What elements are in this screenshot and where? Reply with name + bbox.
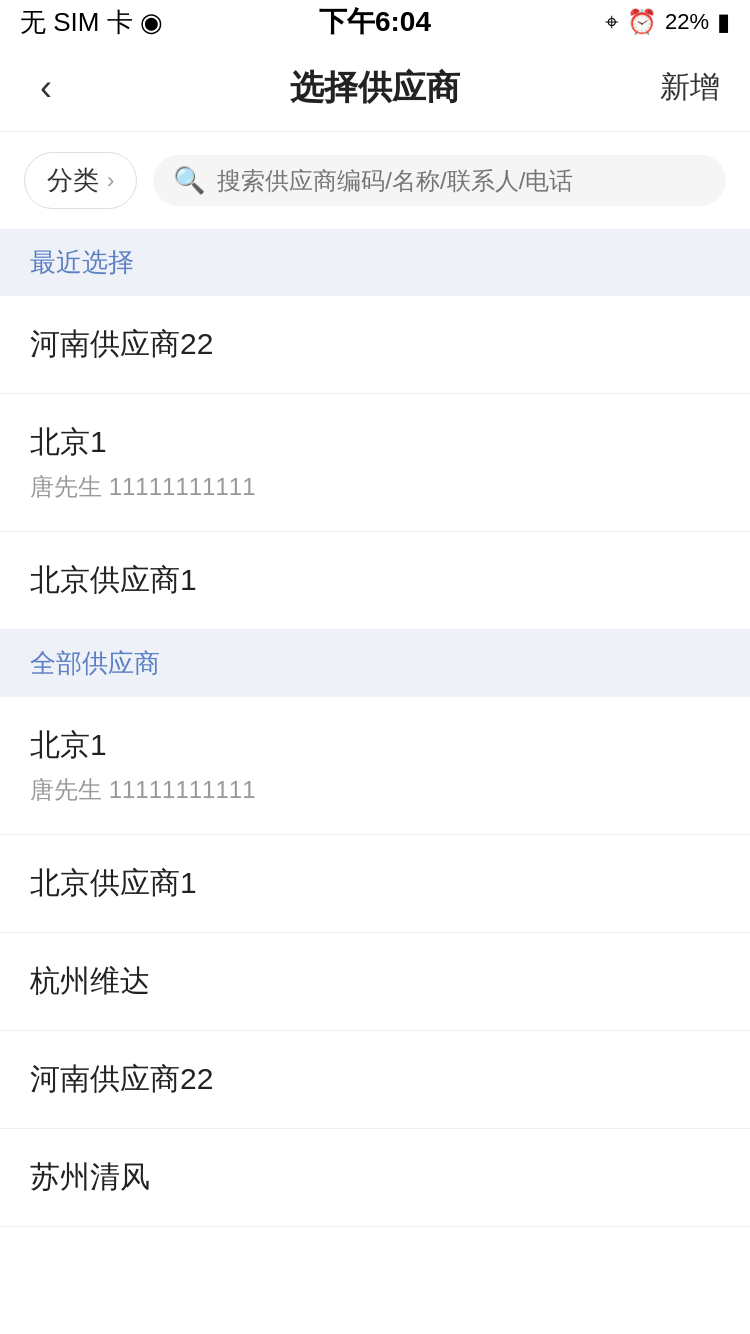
- status-left: 无 SIM 卡 ◉: [20, 5, 163, 40]
- status-bar: 无 SIM 卡 ◉ 下午6:04 ⌖ ⏰ 22% ▮: [0, 0, 750, 44]
- item-name: 河南供应商22: [30, 1059, 720, 1100]
- battery-level: 22%: [665, 9, 709, 35]
- item-sub: 唐先生 11111111111: [30, 774, 720, 806]
- chevron-right-icon: ›: [107, 168, 114, 194]
- recent-list: 河南供应商22 北京1 唐先生 11111111111 北京供应商1: [0, 296, 750, 630]
- status-right: ⌖ ⏰ 22% ▮: [605, 8, 730, 36]
- battery-icon: ▮: [717, 8, 730, 36]
- add-button[interactable]: 新增: [660, 67, 720, 108]
- item-name: 北京1: [30, 725, 720, 766]
- back-button[interactable]: ‹: [30, 57, 62, 119]
- list-item[interactable]: 苏州清风: [0, 1129, 750, 1227]
- page-title: 选择供应商: [290, 65, 460, 111]
- recent-section-label: 最近选择: [30, 247, 134, 277]
- item-name: 杭州维达: [30, 961, 720, 1002]
- item-name: 北京供应商1: [30, 863, 720, 904]
- item-name: 苏州清风: [30, 1157, 720, 1198]
- list-item[interactable]: 北京1 唐先生 11111111111: [0, 697, 750, 835]
- list-item[interactable]: 杭州维达: [0, 933, 750, 1031]
- item-name: 北京供应商1: [30, 560, 720, 601]
- list-item[interactable]: 北京供应商1: [0, 532, 750, 630]
- all-section-header: 全部供应商: [0, 630, 750, 697]
- list-item[interactable]: 北京供应商1: [0, 835, 750, 933]
- list-item[interactable]: 北京1 唐先生 11111111111: [0, 394, 750, 532]
- alarm-icon: ⏰: [627, 8, 657, 36]
- status-time: 下午6:04: [319, 3, 431, 41]
- recent-section-header: 最近选择: [0, 229, 750, 296]
- item-name: 北京1: [30, 422, 720, 463]
- nav-bar: ‹ 选择供应商 新增: [0, 44, 750, 132]
- no-sim-text: 无 SIM 卡 ◉: [20, 5, 163, 40]
- all-list: 北京1 唐先生 11111111111 北京供应商1 杭州维达河南供应商22 苏州清…: [0, 697, 750, 1227]
- item-name: 河南供应商22: [30, 324, 720, 365]
- filter-row: 分类 › 🔍: [0, 132, 750, 229]
- category-label: 分类: [47, 163, 99, 198]
- all-section-label: 全部供应商: [30, 648, 160, 678]
- list-item[interactable]: 河南供应商22: [0, 296, 750, 394]
- search-icon: 🔍: [173, 165, 205, 196]
- location-icon: ⌖: [605, 8, 619, 36]
- category-button[interactable]: 分类 ›: [24, 152, 137, 209]
- search-box: 🔍: [153, 155, 726, 206]
- search-input[interactable]: [217, 167, 706, 195]
- item-sub: 唐先生 11111111111: [30, 471, 720, 503]
- list-item[interactable]: 河南供应商22: [0, 1031, 750, 1129]
